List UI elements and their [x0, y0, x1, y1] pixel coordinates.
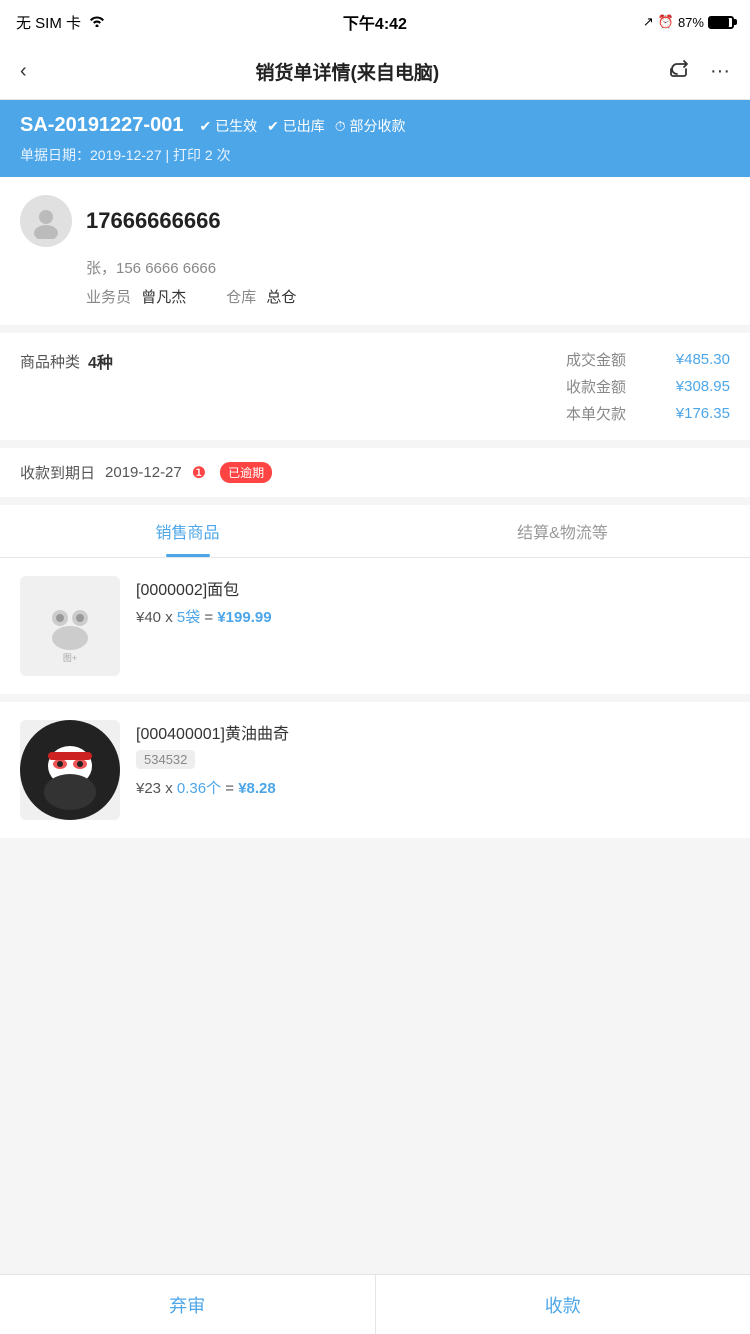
price-base-2: ¥23: [136, 780, 161, 797]
summary-section: 商品种类 4种 成交金额 ¥485.30 收款金额 ¥308.95 本单欠款 ¥…: [0, 333, 750, 440]
qty-val-1: 5: [177, 609, 185, 626]
nav-actions: ···: [668, 58, 730, 86]
banner-top: SA-20191227-001 ✔ 已生效 ✔ 已出库 ⏱ 部分收款: [20, 114, 730, 137]
type-label: 商品种类: [20, 351, 80, 372]
page-title: 销货单详情(来自电脑): [256, 58, 440, 85]
price-x-1: x: [165, 609, 177, 626]
nav-bar: ‹ 销货单详情(来自电脑) ···: [0, 44, 750, 100]
collect-payment-button[interactable]: 收款: [376, 1275, 750, 1334]
owed-amount: ¥176.35: [650, 405, 730, 422]
bottom-bar: 弃审 收款: [0, 1274, 750, 1334]
customer-section: 17666666666 张，156 6666 6666 业务员 曾凡杰 仓库 总…: [0, 177, 750, 325]
summary-row: 商品种类 4种 成交金额 ¥485.30 收款金额 ¥308.95 本单欠款 ¥…: [20, 349, 730, 424]
product-price-2: ¥23 x 0.36个 = ¥8.28: [136, 777, 730, 798]
overdue-icon: ❶: [192, 463, 206, 483]
product-thumbnail-1: 图+: [20, 576, 120, 676]
unit-val-1: 袋: [185, 609, 200, 626]
status-left: 无 SIM 卡: [16, 12, 107, 33]
battery-icon: [708, 16, 734, 29]
svg-text:图+: 图+: [63, 653, 77, 663]
received-label: 收款金额: [566, 376, 626, 397]
status-tags: ✔ 已生效 ✔ 已出库 ⏱ 部分收款: [199, 116, 405, 136]
price-total-1: ¥199.99: [217, 609, 271, 626]
product-name-1: [0000002]面包: [136, 576, 730, 600]
product-thumbnail-2: [20, 720, 120, 820]
warehouse-label: 仓库: [226, 289, 256, 306]
unit-val-2: 个: [206, 780, 221, 797]
product-type-info: 商品种类 4种: [20, 349, 113, 373]
product-name-2: [000400001]黄油曲奇: [136, 720, 730, 744]
type-count: 4种: [88, 349, 113, 373]
product-info-2: [000400001]黄油曲奇 534532 ¥23 x 0.36个 = ¥8.…: [136, 720, 730, 798]
customer-name: 张，156 6666 6666: [86, 257, 730, 278]
received-amount-row: 收款金额 ¥308.95: [566, 376, 730, 397]
more-button[interactable]: ···: [710, 60, 730, 83]
back-button[interactable]: ‹: [20, 60, 27, 83]
status-right: ↗ ⏰ 87%: [643, 14, 734, 30]
location-icon: ↗: [643, 14, 654, 30]
customer-row: 17666666666: [20, 195, 730, 247]
share-button[interactable]: [668, 58, 690, 86]
price-eq-2: =: [225, 780, 238, 797]
status-bar: 无 SIM 卡 下午4:42 ↗ ⏰ 87%: [0, 0, 750, 44]
tab-products-label: 销售商品: [155, 525, 219, 542]
received-amount: ¥308.95: [650, 378, 730, 395]
warehouse-value: 总仓: [266, 289, 296, 306]
battery-percent: 87%: [678, 15, 704, 30]
customer-meta: 业务员 曾凡杰 仓库 总仓: [86, 286, 730, 307]
carrier-text: 无 SIM 卡: [16, 12, 81, 33]
price-total-2: ¥8.28: [238, 780, 276, 797]
owed-label: 本单欠款: [566, 403, 626, 424]
amount-info: 成交金额 ¥485.30 收款金额 ¥308.95 本单欠款 ¥176.35: [566, 349, 730, 424]
deal-amount: ¥485.30: [650, 351, 730, 368]
deal-label: 成交金额: [566, 349, 626, 370]
list-item: [000400001]黄油曲奇 534532 ¥23 x 0.36个 = ¥8.…: [0, 702, 750, 838]
owed-amount-row: 本单欠款 ¥176.35: [566, 403, 730, 424]
status-partial: ⏱ 部分收款: [335, 116, 406, 136]
due-date: 2019-12-27: [105, 464, 182, 481]
due-section: 收款到期日 2019-12-27 ❶ 已逾期: [0, 448, 750, 497]
salesperson-value: 曾凡杰: [141, 289, 186, 306]
order-date: 单据日期：2019-12-27 | 打印 2 次: [20, 145, 730, 165]
salesperson-info: 业务员 曾凡杰: [86, 286, 186, 307]
price-x-2: x: [165, 780, 177, 797]
warehouse-info: 仓库 总仓: [226, 286, 296, 307]
product-info-1: [0000002]面包 ¥40 x 5袋 = ¥199.99: [136, 576, 730, 627]
qty-val-2: 0.36: [177, 780, 206, 797]
avatar: [20, 195, 72, 247]
deal-amount-row: 成交金额 ¥485.30: [566, 349, 730, 370]
status-shipped: ✔ 已出库: [267, 116, 325, 136]
wifi-icon: [87, 13, 107, 31]
salesperson-label: 业务员: [86, 289, 131, 306]
price-base-1: ¥40: [136, 609, 161, 626]
alarm-icon: ⏰: [658, 14, 674, 30]
due-label: 收款到期日: [20, 462, 95, 483]
customer-phone: 17666666666: [86, 208, 221, 234]
order-id: SA-20191227-001: [20, 114, 183, 137]
header-banner: SA-20191227-001 ✔ 已生效 ✔ 已出库 ⏱ 部分收款 单据日期：…: [0, 100, 750, 177]
product-list: 图+ [0000002]面包 ¥40 x 5袋 = ¥199.99: [0, 558, 750, 838]
tab-settlement-label: 结算&物流等: [517, 525, 608, 542]
collect-payment-label: 收款: [545, 1292, 581, 1318]
price-qty-1: 5袋: [177, 609, 200, 626]
product-price-1: ¥40 x 5袋 = ¥199.99: [136, 606, 730, 627]
cancel-review-label: 弃审: [169, 1292, 205, 1318]
tabs-section: 销售商品 结算&物流等: [0, 505, 750, 558]
price-qty-2: 0.36个: [177, 780, 221, 797]
cancel-review-button[interactable]: 弃审: [0, 1275, 376, 1334]
product-sku-2: 534532: [136, 750, 195, 769]
list-item: 图+ [0000002]面包 ¥40 x 5袋 = ¥199.99: [0, 558, 750, 694]
status-effective: ✔ 已生效: [199, 116, 257, 136]
tab-products[interactable]: 销售商品: [0, 505, 375, 557]
price-eq-1: =: [204, 609, 217, 626]
overdue-badge: 已逾期: [220, 462, 272, 483]
status-time: 下午4:42: [343, 10, 407, 34]
tab-settlement[interactable]: 结算&物流等: [375, 505, 750, 557]
